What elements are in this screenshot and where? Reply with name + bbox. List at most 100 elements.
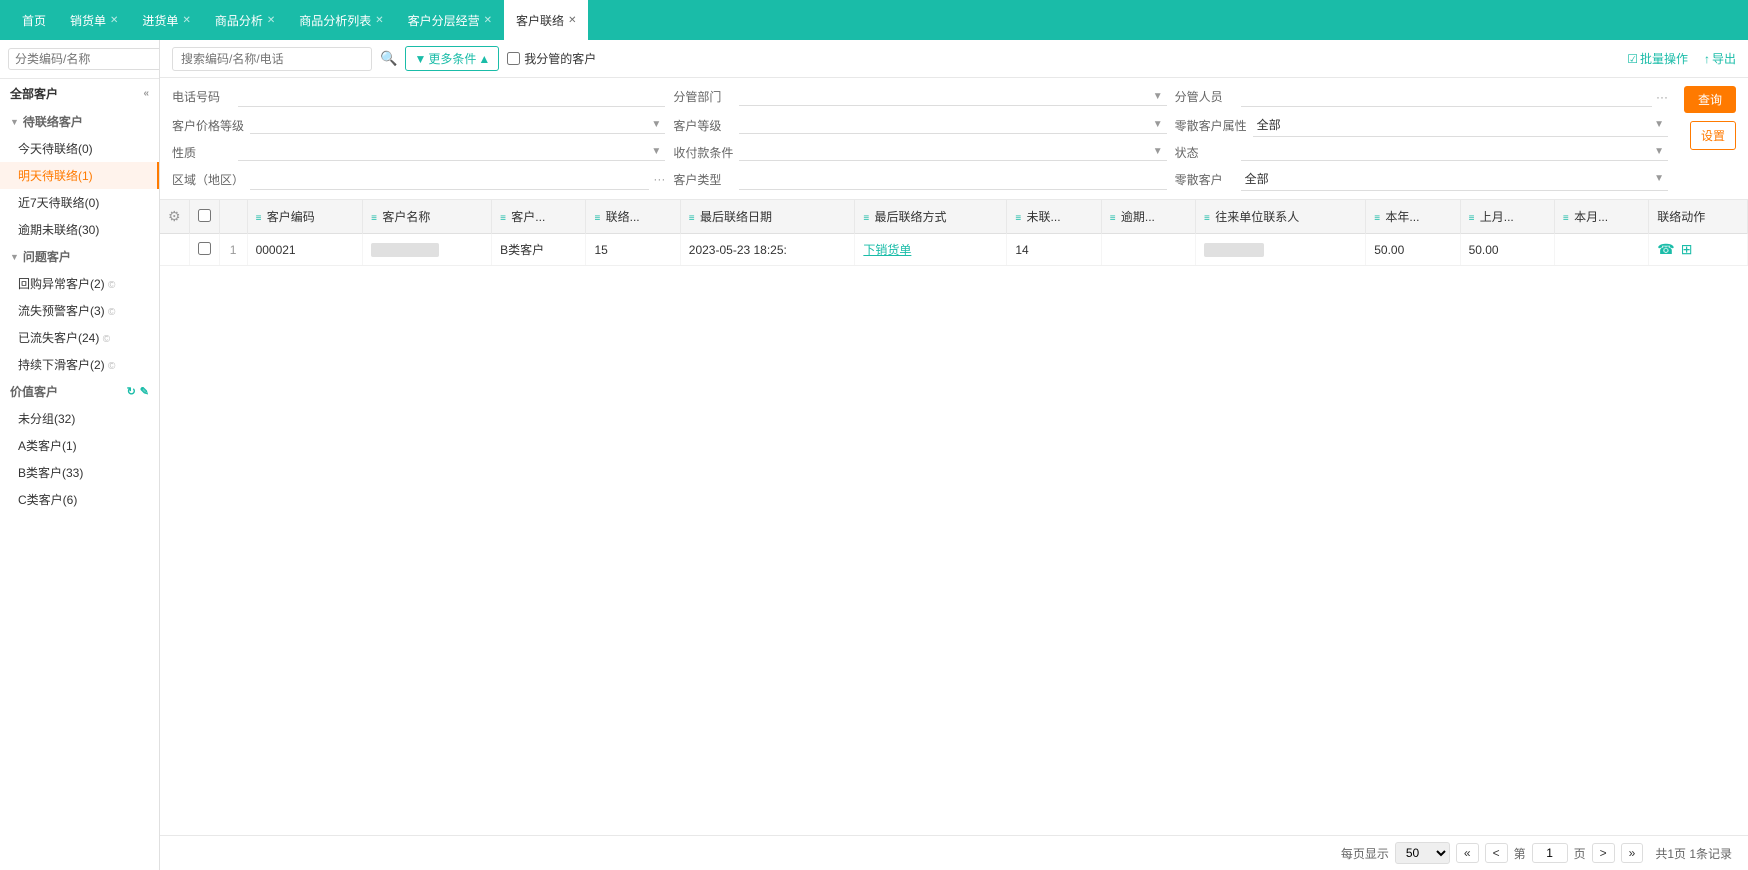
payment-terms-select[interactable]: ▼ (739, 143, 1166, 161)
data-table-container: ⚙ ≡ 客户编码 ≡ 客户名称 (160, 200, 1748, 835)
nav-customer-contact[interactable]: 客户联络 ✕ (504, 0, 588, 40)
filter-row-4: 区域（地区） ··· 客户类型 零散客户 全部 ▼ (172, 167, 1668, 191)
last-page-button[interactable]: » (1621, 843, 1644, 863)
sort-icon[interactable]: ≡ (1563, 213, 1569, 224)
more-icon[interactable]: ··· (653, 172, 665, 186)
search-input[interactable] (172, 47, 372, 71)
question-icon: © (103, 334, 110, 345)
filter-retail-customer: 零散客户 全部 ▼ (1175, 167, 1668, 191)
filter-retail-attr: 零散客户属性 全部 ▼ (1175, 113, 1668, 137)
sort-icon[interactable]: ≡ (1469, 213, 1475, 224)
my-customers-check-input[interactable] (507, 52, 520, 65)
page-size-select[interactable]: 50 10 20 100 (1395, 842, 1450, 864)
query-settings-column: 查询 设置 (1684, 86, 1736, 191)
nav-purchase[interactable]: 进货单 ✕ (130, 0, 202, 40)
close-icon[interactable]: ✕ (182, 15, 190, 26)
sidebar-item-today-contact[interactable]: 今天待联络(0) (0, 135, 159, 162)
phone-input[interactable] (238, 86, 665, 107)
sort-icon[interactable]: ≡ (256, 213, 262, 224)
td-this-month (1554, 234, 1648, 266)
more-icon[interactable]: ··· (1656, 90, 1668, 104)
th-last-contact-method: ≡ 最后联络方式 (855, 200, 1007, 234)
sidebar-item-ungrouped[interactable]: 未分组(32) (0, 405, 159, 432)
blurred-name: ████████ (371, 243, 439, 257)
sidebar-item-tomorrow-contact[interactable]: 明天待联络(1) (0, 162, 159, 189)
grid-icon[interactable]: ⊞ (1681, 241, 1693, 258)
th-name: ≡ 客户名称 (363, 200, 492, 234)
close-icon[interactable]: ✕ (375, 15, 383, 26)
filter-row-3: 性质 ▼ 收付款条件 ▼ (172, 143, 1668, 161)
sort-icon[interactable]: ≡ (1204, 213, 1210, 224)
question-icon: © (108, 307, 115, 318)
nav-home[interactable]: 首页 (10, 0, 58, 40)
filter-price-level: 客户价格等级 ▼ (172, 116, 665, 134)
sort-icon[interactable]: ≡ (1110, 213, 1116, 224)
th-last-contact-date: ≡ 最后联络日期 (680, 200, 855, 234)
sort-icon[interactable]: ≡ (594, 213, 600, 224)
sort-icon[interactable]: ≡ (689, 213, 695, 224)
batch-ops-button[interactable]: ☑ 批量操作 (1627, 50, 1688, 67)
sidebar-all-customers[interactable]: 全部客户 « (0, 79, 159, 108)
next-page-button[interactable]: > (1592, 843, 1615, 863)
close-icon[interactable]: ✕ (484, 15, 492, 26)
retail-customer-select[interactable]: 全部 ▼ (1241, 167, 1668, 191)
prev-page-button[interactable]: < (1485, 843, 1508, 863)
filter-status: 状态 ▼ (1175, 143, 1668, 161)
close-icon[interactable]: ✕ (267, 15, 275, 26)
table-row: 1 000021 ████████ B类客户 15 (160, 234, 1748, 266)
more-conditions-button[interactable]: ▼ 更多条件 ▲ (405, 46, 499, 71)
row-checkbox[interactable] (198, 242, 211, 255)
nav-product-analysis[interactable]: 商品分析 ✕ (203, 0, 287, 40)
status-select[interactable]: ▼ (1241, 143, 1668, 161)
first-page-button[interactable]: « (1456, 843, 1479, 863)
query-button[interactable]: 查询 (1684, 86, 1736, 113)
sidebar-item-churned[interactable]: 已流失客户(24) © (0, 324, 159, 351)
pagination-bar: 每页显示 50 10 20 100 « < 第 页 > » 共1页 1条记录 (160, 835, 1748, 870)
sidebar-item-7days-contact[interactable]: 近7天待联络(0) (0, 189, 159, 216)
sidebar-item-repurchase-abnormal[interactable]: 回购异常客户(2) © (0, 270, 159, 297)
sidebar-item-class-b[interactable]: B类客户(33) (0, 459, 159, 486)
sidebar-item-class-c[interactable]: C类客户(6) (0, 486, 159, 513)
sidebar-item-class-a[interactable]: A类客户(1) (0, 432, 159, 459)
page-number-input[interactable] (1532, 843, 1568, 863)
customer-level-select[interactable]: ▼ (739, 116, 1166, 134)
sort-icon[interactable]: ≡ (863, 213, 869, 224)
sort-icon[interactable]: ≡ (1015, 213, 1021, 224)
close-icon[interactable]: ✕ (568, 15, 576, 26)
region-input[interactable] (250, 169, 649, 190)
edit-icon[interactable]: ✎ (140, 385, 149, 398)
retail-attr-select[interactable]: 全部 ▼ (1253, 113, 1668, 137)
top-nav: 首页 销货单 ✕ 进货单 ✕ 商品分析 ✕ 商品分析列表 ✕ 客户分层经营 ✕ … (0, 0, 1748, 40)
manager-input[interactable] (1241, 86, 1652, 107)
select-all-checkbox[interactable] (198, 209, 211, 222)
nav-customer-segmentation[interactable]: 客户分层经营 ✕ (396, 0, 504, 40)
contact-method-link[interactable]: 下销货单 (863, 243, 911, 257)
gear-icon[interactable]: ⚙ (168, 208, 181, 224)
settings-button[interactable]: 设置 (1690, 121, 1736, 150)
sidebar-search-input[interactable] (8, 48, 160, 70)
chevron-down-icon: ▼ (1153, 91, 1163, 102)
td-actions: ☎ ⊞ (1649, 234, 1748, 266)
sidebar-item-overdue-contact[interactable]: 逾期未联络(30) (0, 216, 159, 243)
chevron-down-icon: ▼ (1654, 119, 1664, 130)
export-button[interactable]: ↑ 导出 (1704, 50, 1736, 67)
dept-select[interactable]: ▼ (739, 88, 1166, 106)
phone-icon[interactable]: ☎ (1657, 241, 1674, 258)
customer-type-input[interactable] (739, 169, 1166, 190)
nature-select[interactable]: ▼ (238, 143, 665, 161)
refresh-icon[interactable]: ↻ (127, 385, 136, 398)
sort-icon[interactable]: ≡ (500, 213, 506, 224)
price-level-select[interactable]: ▼ (250, 116, 665, 134)
sidebar-item-declining[interactable]: 持续下滑客户(2) © (0, 351, 159, 378)
sidebar-group-pending-contact: 待联络客户 (0, 108, 159, 135)
sort-icon[interactable]: ≡ (371, 213, 377, 224)
chevron-up-icon: ▲ (478, 52, 490, 66)
sort-icon[interactable]: ≡ (1374, 213, 1380, 224)
close-icon[interactable]: ✕ (110, 15, 118, 26)
question-icon: © (108, 280, 115, 291)
my-customers-checkbox[interactable]: 我分管的客户 (507, 50, 596, 67)
sidebar-item-churn-warning[interactable]: 流失预警客户(3) © (0, 297, 159, 324)
nav-sales[interactable]: 销货单 ✕ (58, 0, 130, 40)
nav-product-analysis-list[interactable]: 商品分析列表 ✕ (287, 0, 395, 40)
search-button[interactable]: 🔍 (380, 50, 397, 67)
